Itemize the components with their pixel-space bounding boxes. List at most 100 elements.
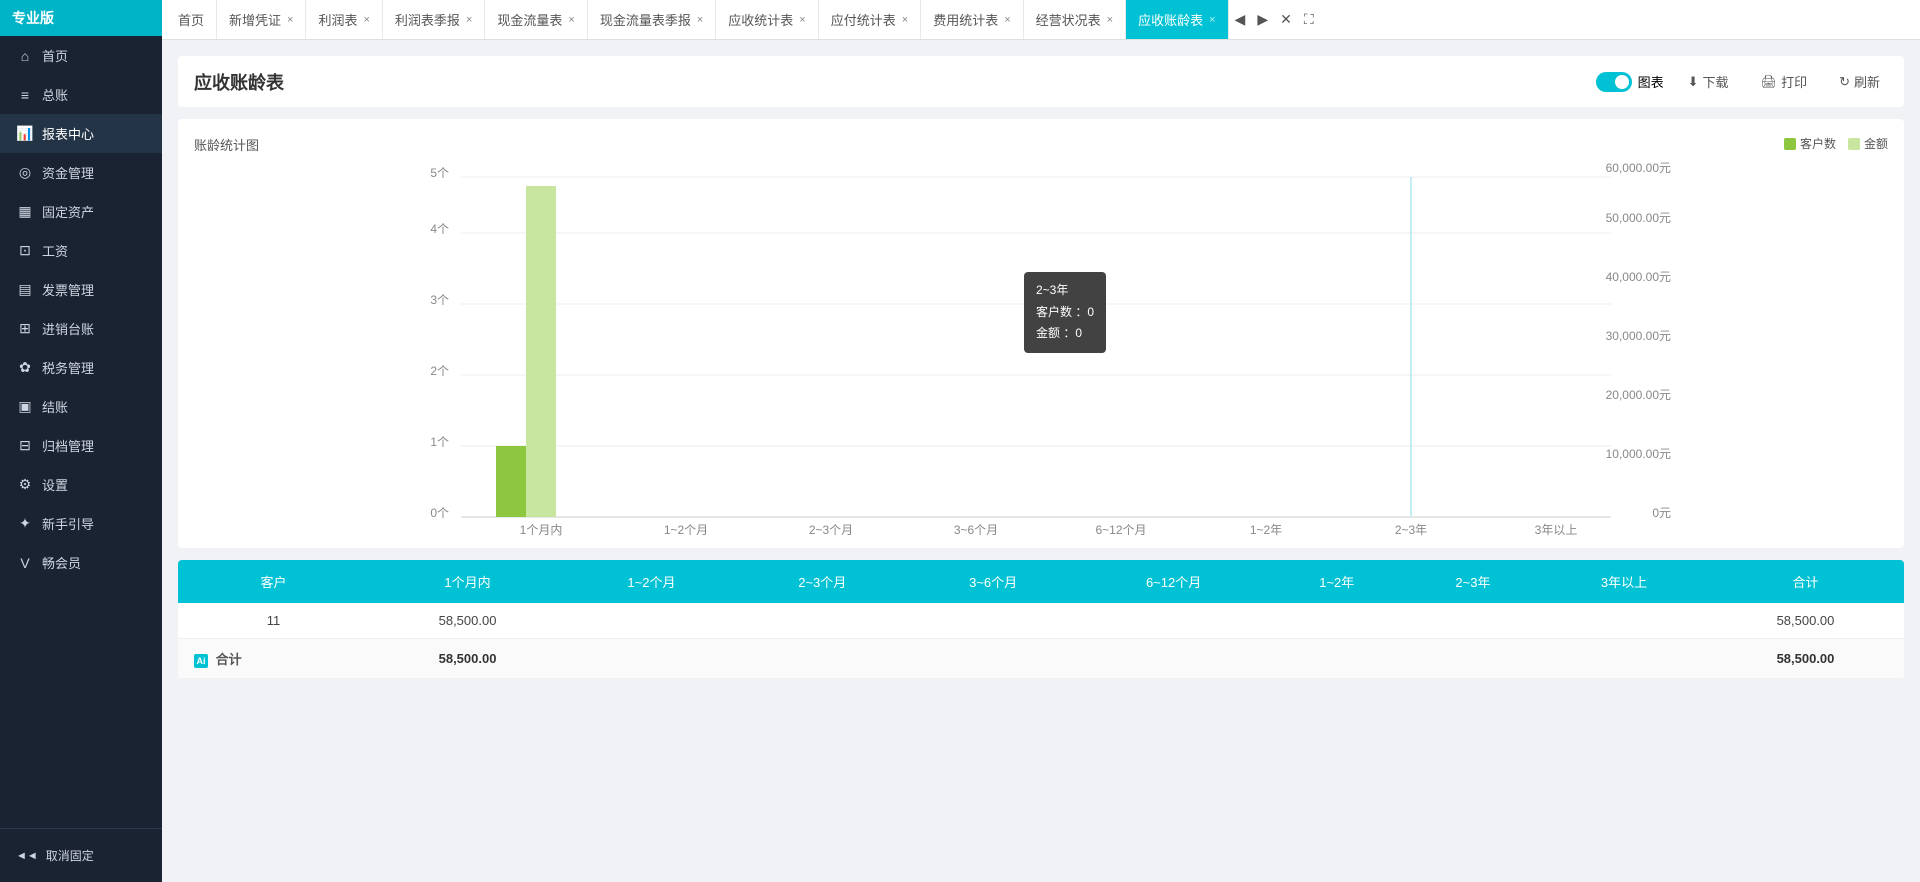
sidebar-item-funds[interactable]: ◎ 资金管理 (0, 153, 162, 192)
cell-total: 58,500.00 (1707, 603, 1904, 639)
svg-text:0元: 0元 (1652, 506, 1671, 520)
chart-title: 账龄统计图 (194, 135, 1888, 154)
tab-profit-label: 利润表 (318, 10, 357, 29)
sidebar-item-ledger[interactable]: ≡ 总账 (0, 75, 162, 114)
ledger-icon: ≡ (16, 87, 34, 103)
tab-cashflow-label: 现金流量表 (497, 10, 562, 29)
col-month612: 6~12个月 (1079, 560, 1269, 603)
chart-svg: 0个 1个 2个 3个 4个 5个 0元 10,000.00元 20,000.0… (194, 162, 1888, 532)
tab-business-stat[interactable]: 经营状况表 × (1024, 0, 1126, 40)
tab-expand-button[interactable]: ⛶ (1298, 0, 1320, 40)
tab-receivable-stat-close[interactable]: × (799, 14, 805, 26)
tab-profit-season-close[interactable]: × (466, 14, 472, 26)
tab-profit-season[interactable]: 利润表季报 × (383, 0, 485, 40)
tab-cashflow[interactable]: 现金流量表 × (485, 0, 587, 40)
page-header: 应收账龄表 图表 ⬇ 下载 🖨 打印 ↻ 刷新 (178, 56, 1904, 107)
tab-business-stat-close[interactable]: × (1107, 14, 1113, 26)
download-label: 下载 (1703, 72, 1729, 91)
col-year3plus: 3年以上 (1541, 560, 1707, 603)
svg-text:40,000.00元: 40,000.00元 (1606, 270, 1671, 284)
tab-home[interactable]: 首页 (166, 0, 217, 40)
svg-text:1~2个月: 1~2个月 (664, 523, 708, 537)
tab-voucher[interactable]: 新增凭证 × (217, 0, 306, 40)
archive-icon: ⊟ (16, 437, 34, 454)
svg-text:50,000.00元: 50,000.00元 (1606, 211, 1671, 225)
print-label: 打印 (1781, 72, 1807, 91)
sidebar-item-guide[interactable]: ✦ 新手引导 (0, 504, 162, 543)
svg-text:20,000.00元: 20,000.00元 (1606, 388, 1671, 402)
refresh-button[interactable]: ↻ 刷新 (1831, 68, 1888, 95)
tab-expense-stat[interactable]: 费用统计表 × (921, 0, 1023, 40)
total-year12 (1269, 639, 1405, 679)
sidebar-item-label: 总账 (42, 85, 68, 104)
sidebar-item-label: 发票管理 (42, 280, 94, 299)
total-year3plus (1541, 639, 1707, 679)
tab-next-button[interactable]: ▶ (1251, 0, 1274, 40)
total-text: 合计 (216, 652, 242, 667)
col-customer: 客户 (178, 560, 369, 603)
col-month12: 1~2个月 (566, 560, 737, 603)
svg-text:4个: 4个 (430, 222, 449, 236)
sidebar-item-label: 资金管理 (42, 163, 94, 182)
tab-payable-stat[interactable]: 应付统计表 × (819, 0, 921, 40)
sidebar-item-inventory[interactable]: ⊞ 进销台账 (0, 309, 162, 348)
sidebar-item-label: 畅会员 (42, 553, 81, 572)
tab-payable-stat-label: 应付统计表 (831, 10, 896, 29)
cell-month12 (566, 603, 737, 639)
cell-month1: 58,500.00 (369, 603, 566, 639)
tab-voucher-label: 新增凭证 (229, 10, 281, 29)
legend-amount: 金额 (1848, 135, 1888, 152)
print-button[interactable]: 🖨 打印 (1753, 68, 1816, 95)
sidebar-item-assets[interactable]: ▦ 固定资产 (0, 192, 162, 231)
col-year23: 2~3年 (1405, 560, 1541, 603)
sidebar-item-label: 首页 (42, 46, 68, 65)
tab-prev-button[interactable]: ◀ (1229, 0, 1252, 40)
legend-customer: 客户数 (1784, 135, 1836, 152)
main-area: 首页 新增凭证 × 利润表 × 利润表季报 × 现金流量表 × 现金流量表季报 … (162, 0, 1920, 882)
home-icon: ⌂ (16, 48, 34, 64)
svg-text:5个: 5个 (430, 166, 449, 180)
guide-icon: ✦ (16, 515, 34, 532)
tab-voucher-close[interactable]: × (287, 14, 293, 26)
tab-aging-close[interactable]: × (1209, 14, 1215, 26)
chart-container: 0个 1个 2个 3个 4个 5个 0元 10,000.00元 20,000.0… (194, 162, 1888, 532)
sidebar-item-reports[interactable]: 📊 报表中心 (0, 114, 162, 153)
tab-close-all-button[interactable]: ✕ (1274, 0, 1298, 40)
sidebar-item-label: 固定资产 (42, 202, 94, 221)
sidebar-item-label: 报表中心 (42, 124, 94, 143)
unpin-label: 取消固定 (46, 847, 94, 864)
download-button[interactable]: ⬇ 下载 (1680, 68, 1737, 95)
total-month612 (1079, 639, 1269, 679)
close-accounts-icon: ▣ (16, 398, 34, 415)
sidebar-item-settings[interactable]: ⚙ 设置 (0, 465, 162, 504)
refresh-label: 刷新 (1854, 72, 1880, 91)
tab-receivable-stat[interactable]: 应收统计表 × (716, 0, 818, 40)
download-icon: ⬇ (1688, 74, 1699, 90)
unpin-sidebar-button[interactable]: ◄◄ 取消固定 (0, 837, 162, 874)
tab-aging[interactable]: 应收账龄表 × (1126, 0, 1228, 40)
reports-icon: 📊 (16, 125, 34, 142)
sidebar-item-payroll[interactable]: ⊡ 工资 (0, 231, 162, 270)
sidebar-item-archive[interactable]: ⊟ 归档管理 (0, 426, 162, 465)
tab-profit-close[interactable]: × (363, 14, 369, 26)
sidebar-item-tax[interactable]: ✿ 税务管理 (0, 348, 162, 387)
sidebar: 专业版 ⌂ 首页 ≡ 总账 📊 报表中心 ◎ 资金管理 ▦ 固定资产 ⊡ 工资 … (0, 0, 162, 882)
chart-toggle[interactable] (1596, 72, 1632, 92)
tab-payable-stat-close[interactable]: × (902, 14, 908, 26)
inventory-icon: ⊞ (16, 320, 34, 337)
sidebar-item-invoice[interactable]: ▤ 发票管理 (0, 270, 162, 309)
sidebar-item-close[interactable]: ▣ 结账 (0, 387, 162, 426)
tab-cashflow-close[interactable]: × (568, 14, 574, 26)
print-icon: 🖨 (1761, 74, 1778, 90)
total-year23 (1405, 639, 1541, 679)
bar-amount-1 (526, 186, 556, 517)
tab-expense-stat-close[interactable]: × (1004, 14, 1010, 26)
sidebar-item-member[interactable]: V 畅会员 (0, 543, 162, 582)
tab-profit[interactable]: 利润表 × (306, 0, 382, 40)
sidebar-item-label: 新手引导 (42, 514, 94, 533)
tab-cashflow-season[interactable]: 现金流量表季报 × (588, 0, 716, 40)
sidebar-item-home[interactable]: ⌂ 首页 (0, 36, 162, 75)
sidebar-item-label: 设置 (42, 475, 68, 494)
tab-cashflow-season-close[interactable]: × (697, 14, 703, 26)
svg-text:30,000.00元: 30,000.00元 (1606, 329, 1671, 343)
